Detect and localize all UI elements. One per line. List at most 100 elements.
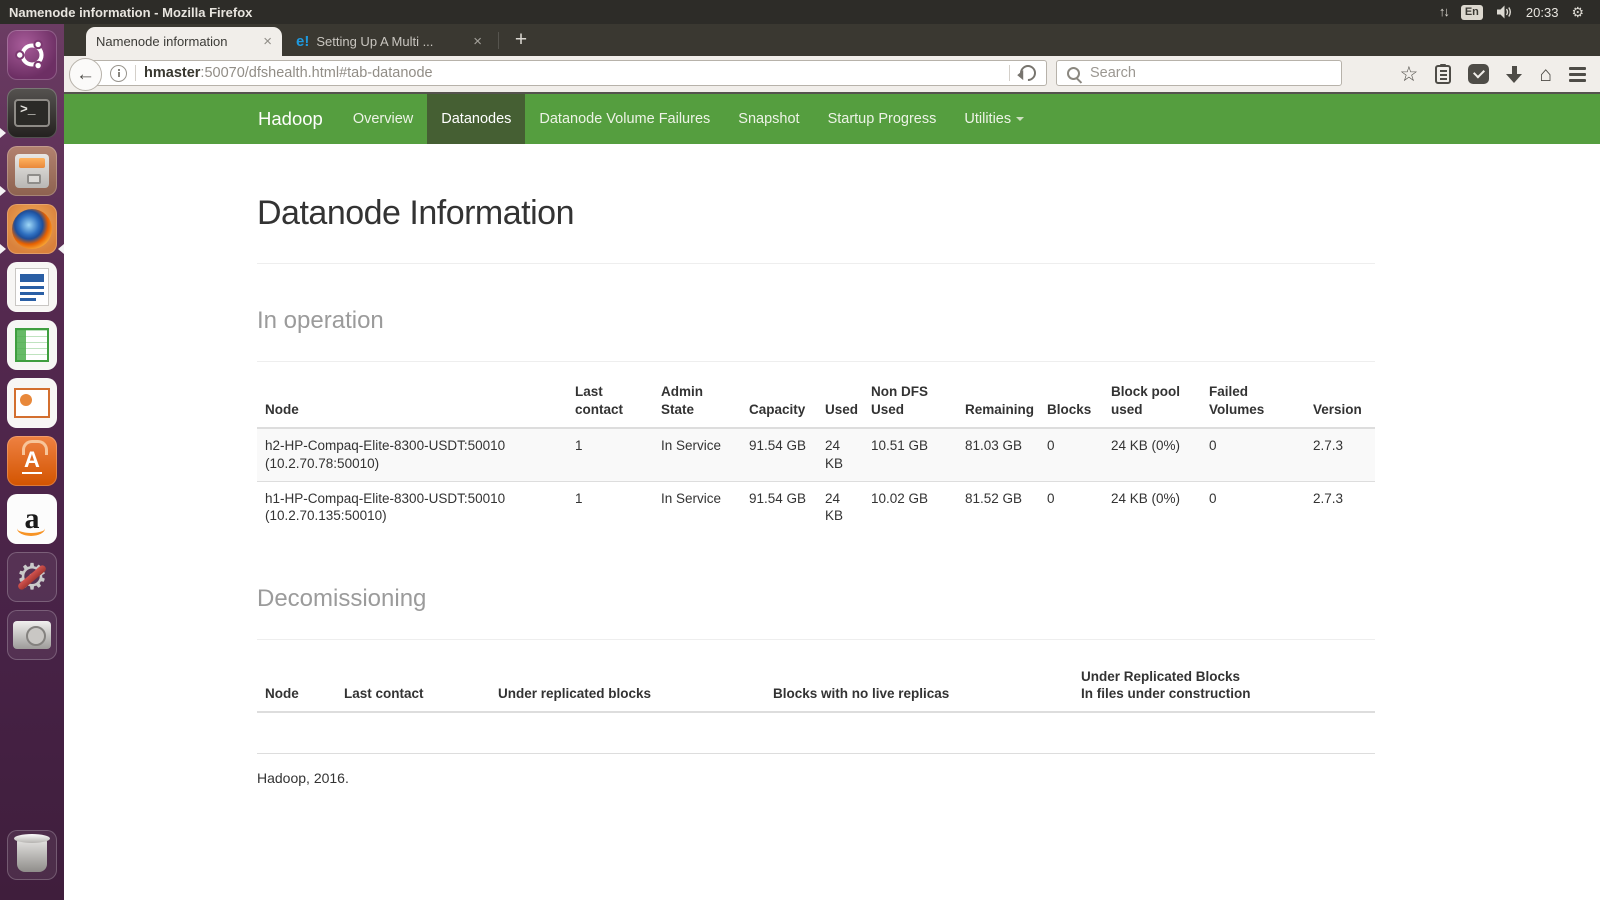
column-header: Last contact: [336, 640, 490, 714]
tab-close-icon[interactable]: ×: [263, 34, 272, 49]
section-heading: Decomissioning: [257, 585, 427, 613]
cell: 91.54 GB: [741, 480, 817, 534]
table-header-row: Node Last contact Admin State Capacity Used N…: [257, 362, 1375, 429]
launcher-libreoffice-impress[interactable]: [7, 378, 57, 428]
launcher-libreoffice-calc[interactable]: [7, 320, 57, 370]
search-input[interactable]: [1088, 64, 1341, 82]
cell: 24 KB (0%): [1103, 427, 1201, 482]
launcher-libreoffice-writer[interactable]: [7, 262, 57, 312]
section-heading: In operation: [257, 307, 384, 334]
column-header: Block pool used: [1103, 362, 1201, 429]
cell: 0: [1201, 480, 1305, 534]
downloads-icon[interactable]: [1506, 65, 1523, 83]
search-bar[interactable]: [1056, 60, 1342, 86]
cell: In Service: [653, 480, 741, 534]
launcher-system-settings[interactable]: ⚙: [7, 552, 57, 602]
launcher-terminal[interactable]: >_: [7, 88, 57, 138]
amazon-smile-icon: [17, 521, 45, 536]
table-row: h2-HP-Compaq-Elite-8300-USDT:50010 (10.2…: [257, 427, 1375, 482]
shopping-bag-handle-icon: [22, 440, 48, 455]
nav-item-datanode-volume-failures[interactable]: Datanode Volume Failures: [525, 94, 724, 144]
cell: 10.02 GB: [863, 480, 957, 534]
cell: 2.7.3: [1305, 427, 1375, 482]
launcher-ubuntu-dash[interactable]: [7, 30, 57, 80]
nav-item-datanodes[interactable]: Datanodes: [427, 94, 526, 144]
launcher-amazon[interactable]: a: [7, 494, 57, 544]
tab-bar: Namenode information × e! Setting Up A M…: [64, 24, 1600, 56]
impress-presentation-icon: [14, 388, 50, 418]
system-top-bar: Namenode information - Mozilla Firefox ↑…: [0, 0, 1600, 24]
back-button[interactable]: ←: [69, 58, 102, 91]
column-header: Used: [817, 362, 863, 429]
search-icon: [1067, 66, 1080, 80]
nav-item-overview[interactable]: Overview: [339, 94, 427, 144]
column-header: Failed Volumes: [1201, 362, 1305, 429]
pocket-icon[interactable]: [1468, 64, 1490, 84]
tab-setting-up-a-multi[interactable]: e! Setting Up A Multi ... ×: [288, 27, 490, 56]
url-bar[interactable]: hmaster :50070/dfshealth.html#tab-datano…: [85, 60, 1047, 86]
tab-title: Setting Up A Multi ...: [316, 34, 434, 49]
session-menu-gear-icon[interactable]: ⚙: [1571, 5, 1584, 19]
tab-namenode-information[interactable]: Namenode information ×: [86, 27, 282, 56]
running-indicator: [0, 244, 6, 254]
calc-spreadsheet-icon: [15, 328, 49, 362]
terminal-icon: >_: [14, 99, 50, 127]
table-row: h1-HP-Compaq-Elite-8300-USDT:50010 (10.2…: [257, 480, 1375, 534]
cell: In Service: [653, 427, 741, 482]
footer-divider: [257, 753, 1375, 755]
launcher-trash[interactable]: [7, 830, 57, 880]
tab-separator: [498, 32, 499, 49]
menu-hamburger-icon[interactable]: [1569, 66, 1586, 82]
column-header: Remaining: [957, 362, 1039, 429]
reading-list-icon[interactable]: [1435, 63, 1452, 84]
launcher-firefox[interactable]: [7, 204, 57, 254]
running-indicator: [0, 128, 6, 138]
nav-item-startup-progress[interactable]: Startup Progress: [814, 94, 951, 144]
launcher-ubuntu-software-center[interactable]: A: [7, 436, 57, 486]
navigation-toolbar: ← hmaster :50070/dfshealth.html#tab-data…: [64, 56, 1600, 94]
tab-title: Namenode information: [96, 34, 228, 49]
cell: 10.51 GB: [863, 427, 957, 482]
nav-item-snapshot[interactable]: Snapshot: [724, 94, 813, 144]
url-host: hmaster: [144, 65, 201, 81]
column-header: Blocks with no live replicas: [765, 640, 1073, 714]
site-info-icon[interactable]: [110, 64, 127, 82]
unity-launcher: >_ A a: [0, 24, 64, 900]
column-header: Admin State: [653, 362, 741, 429]
launcher-file-manager[interactable]: [7, 146, 57, 196]
navbar-brand[interactable]: Hadoop: [256, 94, 339, 144]
cell: h2-HP-Compaq-Elite-8300-USDT:50010 (10.2…: [257, 427, 567, 482]
cell: 24 KB: [817, 427, 863, 482]
focused-indicator: [58, 244, 64, 254]
cell: 81.52 GB: [957, 480, 1039, 534]
footer-text: Hadoop, 2016.: [257, 770, 349, 787]
bookmark-star-icon[interactable]: ☆: [1399, 64, 1418, 85]
cell: 1: [567, 480, 653, 534]
cell: 0: [1039, 427, 1103, 482]
chevron-down-icon: [1016, 117, 1025, 121]
cell: 1: [567, 427, 653, 482]
home-icon[interactable]: ⌂: [1539, 64, 1552, 85]
decommissioning-table: Node Last contact Under replicated blocks B…: [257, 640, 1375, 714]
clock[interactable]: 20:33: [1526, 5, 1559, 20]
new-tab-button[interactable]: +: [508, 26, 534, 54]
volume-icon[interactable]: [1496, 5, 1513, 19]
firefox-icon: [12, 209, 52, 249]
cell: 81.03 GB: [957, 427, 1039, 482]
keyboard-layout-indicator[interactable]: En: [1460, 4, 1483, 20]
network-indicator-icon[interactable]: ↑↓: [1439, 3, 1450, 21]
cell: 2.7.3: [1305, 480, 1375, 534]
writer-document-icon: [15, 268, 49, 306]
divider: [257, 263, 1375, 264]
url-path: :50070/dfshealth.html#tab-datanode: [200, 65, 433, 81]
tab-close-icon[interactable]: ×: [473, 34, 482, 49]
launcher-disks[interactable]: [7, 610, 57, 660]
tab-favicon: e!: [296, 33, 310, 50]
cell: 24 KB: [817, 480, 863, 534]
column-header: Node: [257, 362, 567, 429]
nav-item-utilities[interactable]: Utilities: [950, 94, 1038, 144]
reload-button[interactable]: [1009, 61, 1040, 85]
column-header: Last contact: [567, 362, 653, 429]
cell: 91.54 GB: [741, 427, 817, 482]
ubuntu-logo-icon: [15, 39, 44, 71]
